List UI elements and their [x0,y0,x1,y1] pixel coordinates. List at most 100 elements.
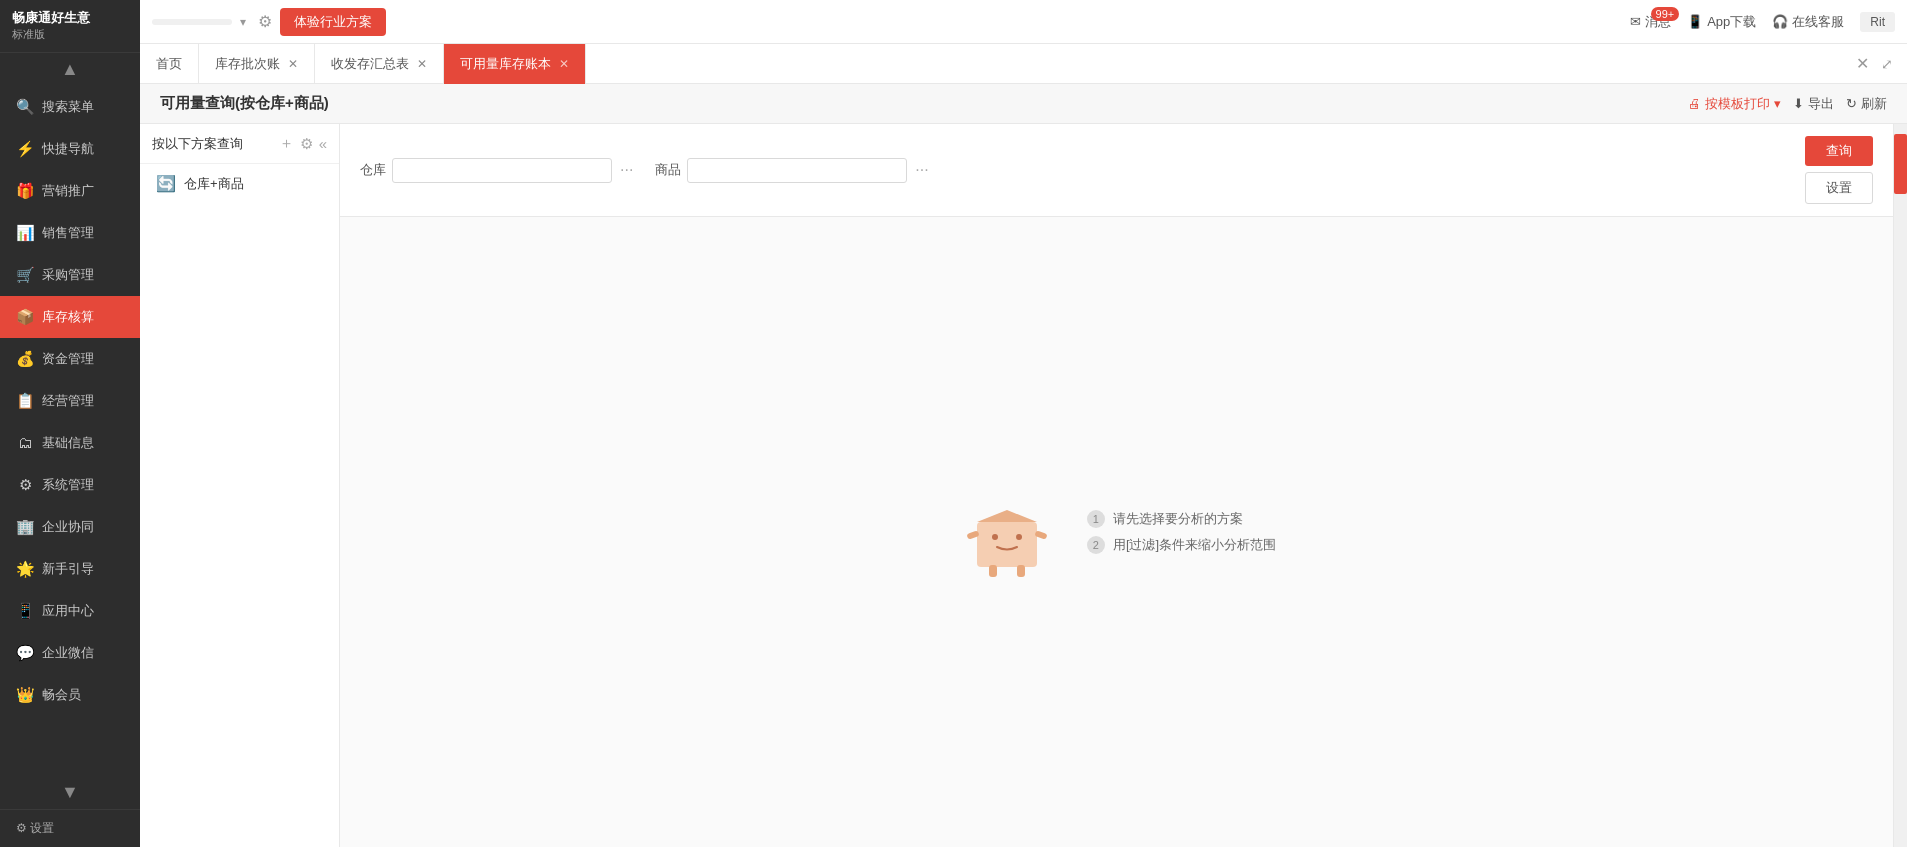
wechat-icon: 💬 [16,644,34,662]
app-label: App下载 [1707,13,1756,31]
product-label: 商品 [655,161,681,179]
marketing-icon: 🎁 [16,182,34,200]
print-icon: 🖨 [1688,96,1701,111]
search-icon: 🔍 [16,98,34,116]
add-scheme-btn[interactable]: ＋ [279,134,294,153]
sidebar-item-label: 新手引导 [42,560,94,578]
print-btn[interactable]: 🖨 按模板打印 ▾ [1688,95,1781,113]
app-download-btn[interactable]: 📱 App下载 [1687,13,1756,31]
tab-close-icon[interactable]: ✕ [559,57,569,71]
settings-scheme-btn[interactable]: ⚙ [300,135,313,153]
sidebar-item-wechat[interactable]: 💬 企业微信 [0,632,140,674]
sidebar-scroll-up[interactable]: ▲ [0,53,140,86]
svg-rect-4 [989,565,997,577]
sidebar: 畅康通好生意 标准版 ▲ 🔍 搜索菜单 ⚡ 快捷导航 🎁 营销推广 📊 销售管理… [0,0,140,847]
scheme-item-warehouse-product[interactable]: 🔄 仓库+商品 [140,164,339,203]
sidebar-item-label: 快捷导航 [42,140,94,158]
service-btn[interactable]: 🎧 在线客服 [1772,13,1844,31]
sidebar-item-system[interactable]: ⚙ 系统管理 [0,464,140,506]
topbar: ▾ ⚙ 体验行业方案 ✉ 消息 99+ 📱 App下载 🎧 在线客服 Rit [140,0,1907,44]
sidebar-item-inventory[interactable]: 📦 库存核算 [0,296,140,338]
export-icon: ⬇ [1793,96,1804,111]
tab-batch-accounts[interactable]: 库存批次账 ✕ [199,44,315,84]
shortcut-icon: ⚡ [16,140,34,158]
message-badge: 99+ [1651,7,1680,21]
warehouse-more-icon[interactable]: ··· [618,161,635,179]
sidebar-item-sales[interactable]: 📊 销售管理 [0,212,140,254]
gear-icon[interactable]: ⚙ [258,12,272,31]
user-btn[interactable]: Rit [1860,12,1895,32]
service-label: 在线客服 [1792,13,1844,31]
finance-icon: 💰 [16,350,34,368]
message-icon: ✉ [1630,14,1641,29]
warehouse-input[interactable] [392,158,612,183]
sidebar-item-label: 库存核算 [42,308,94,326]
sidebar-item-label: 应用中心 [42,602,94,620]
product-field-group: 商品 ··· [655,158,930,183]
step2-text: 用[过滤]条件来缩小分析范围 [1113,532,1276,558]
sidebar-item-label: 基础信息 [42,434,94,452]
sidebar-item-purchase[interactable]: 🛒 采购管理 [0,254,140,296]
edition-label: 标准版 [12,27,128,42]
scheme-icon: 🔄 [156,174,176,193]
scheme-label: 仓库+商品 [184,175,244,193]
sidebar-item-label: 销售管理 [42,224,94,242]
sidebar-item-search[interactable]: 🔍 搜索菜单 [0,86,140,128]
topbar-right: ✉ 消息 99+ 📱 App下载 🎧 在线客服 Rit [1630,12,1895,32]
sidebar-item-basic[interactable]: 🗂 基础信息 [0,422,140,464]
sidebar-bottom[interactable]: ⚙ 设置 [0,809,140,847]
scroll-thumb[interactable] [1894,134,1907,194]
sidebar-item-label: 资金管理 [42,350,94,368]
tab-close-icon[interactable]: ✕ [288,57,298,71]
maximize-icon[interactable]: ⤢ [1877,56,1897,72]
service-icon: 🎧 [1772,14,1788,29]
query-btn[interactable]: 查询 [1805,136,1873,166]
sidebar-item-operation[interactable]: 📋 经营管理 [0,380,140,422]
sales-icon: 📊 [16,224,34,242]
sidebar-item-apps[interactable]: 📱 应用中心 [0,590,140,632]
main-area: ▾ ⚙ 体验行业方案 ✉ 消息 99+ 📱 App下载 🎧 在线客服 Rit 首… [140,0,1907,847]
svg-rect-0 [977,522,1037,567]
empty-text: 1 请先选择要分析的方案 2 用[过滤]条件来缩小分析范围 [1087,506,1276,558]
product-input[interactable] [687,158,907,183]
close-all-tabs-icon[interactable]: ✕ [1852,54,1873,73]
tabs-right-actions: ✕ ⤢ [1842,54,1907,73]
newbie-icon: 🌟 [16,560,34,578]
sidebar-item-shortcut[interactable]: ⚡ 快捷导航 [0,128,140,170]
tab-label: 收发存汇总表 [331,55,409,73]
query-fields: 仓库 ··· 商品 ··· 查询 设置 [340,124,1893,217]
purchase-icon: 🛒 [16,266,34,284]
tab-close-icon[interactable]: ✕ [417,57,427,71]
sidebar-item-label: 经营管理 [42,392,94,410]
sidebar-item-finance[interactable]: 💰 资金管理 [0,338,140,380]
left-panel-title: 按以下方案查询 [152,135,273,153]
dropdown-arrow-icon[interactable]: ▾ [240,15,246,29]
right-scrollbar[interactable] [1893,124,1907,847]
breadcrumb [152,19,232,25]
tab-inventory-summary[interactable]: 收发存汇总表 ✕ [315,44,444,84]
sidebar-item-enterprise[interactable]: 🏢 企业协同 [0,506,140,548]
company-name: 畅康通好生意 [12,10,128,27]
export-btn[interactable]: ⬇ 导出 [1793,95,1834,113]
product-more-icon[interactable]: ··· [913,161,930,179]
trial-btn[interactable]: 体验行业方案 [280,8,386,36]
sidebar-item-member[interactable]: 👑 畅会员 [0,674,140,716]
collapse-panel-btn[interactable]: « [319,135,327,152]
sidebar-item-label: 搜索菜单 [42,98,94,116]
basic-icon: 🗂 [16,434,34,451]
enterprise-icon: 🏢 [16,518,34,536]
sidebar-item-marketing[interactable]: 🎁 营销推广 [0,170,140,212]
tab-available-qty[interactable]: 可用量库存账本 ✕ [444,44,586,84]
sidebar-item-newbie[interactable]: 🌟 新手引导 [0,548,140,590]
svg-point-3 [1016,534,1022,540]
message-btn[interactable]: ✉ 消息 99+ [1630,13,1671,31]
sidebar-item-label: 畅会员 [42,686,81,704]
warehouse-label: 仓库 [360,161,386,179]
sidebar-scroll-down[interactable]: ▼ [0,776,140,809]
sidebar-item-label: 企业协同 [42,518,94,536]
tab-home[interactable]: 首页 [140,44,199,84]
settings-btn[interactable]: 设置 [1805,172,1873,204]
warehouse-field-group: 仓库 ··· [360,158,635,183]
page-title: 可用量查询(按仓库+商品) [160,94,329,113]
refresh-btn[interactable]: ↻ 刷新 [1846,95,1887,113]
